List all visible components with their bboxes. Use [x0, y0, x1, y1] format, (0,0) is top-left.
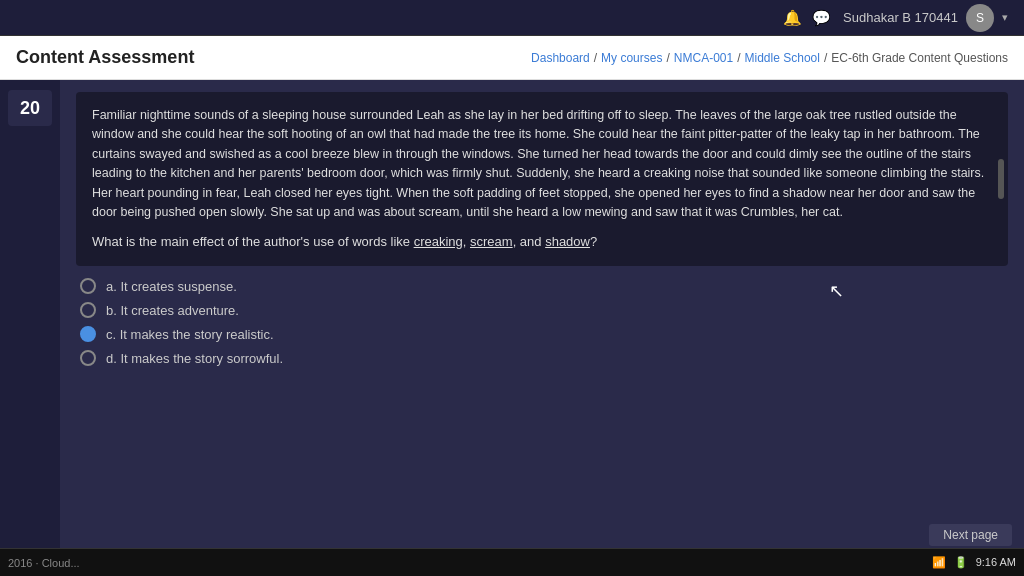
- breadcrumb-current: EC-6th Grade Content Questions: [831, 51, 1008, 65]
- passage-box: Familiar nighttime sounds of a sleeping …: [76, 92, 1008, 266]
- top-bar-icons: 🔔 💬: [783, 9, 831, 27]
- option-d[interactable]: d. It makes the story sorrowful.: [80, 350, 1004, 366]
- keyword-scream: scream: [470, 234, 513, 249]
- passage-content: Familiar nighttime sounds of a sleeping …: [92, 108, 984, 219]
- page-header: Content Assessment Dashboard / My course…: [0, 36, 1024, 80]
- option-a-label: a. It creates suspense.: [106, 279, 237, 294]
- option-d-label: d. It makes the story sorrowful.: [106, 351, 283, 366]
- taskbar-right: 📶 🔋 9:16 AM: [932, 556, 1016, 569]
- keyword-shadow: shadow: [545, 234, 590, 249]
- option-b-label: b. It creates adventure.: [106, 303, 239, 318]
- notification-icon[interactable]: 🔔: [783, 9, 802, 27]
- keyword-creaking: creaking: [414, 234, 463, 249]
- radio-d[interactable]: [80, 350, 96, 366]
- option-c-label: c. It makes the story realistic.: [106, 327, 274, 342]
- taskbar: 2016 · Cloud... 📶 🔋 9:16 AM: [0, 548, 1024, 576]
- breadcrumb: Dashboard / My courses / NMCA-001 / Midd…: [531, 51, 1008, 65]
- avatar-initials: S: [976, 11, 984, 25]
- next-page-button[interactable]: Next page: [929, 524, 1012, 546]
- option-c[interactable]: c. It makes the story realistic.: [80, 326, 1004, 342]
- battery-icon: 🔋: [954, 556, 968, 569]
- breadcrumb-middle-school[interactable]: Middle School: [745, 51, 820, 65]
- page-title: Content Assessment: [16, 47, 194, 68]
- breadcrumb-dashboard[interactable]: Dashboard: [531, 51, 590, 65]
- top-bar: 🔔 💬 Sudhakar B 170441 S ▾: [0, 0, 1024, 36]
- option-a[interactable]: a. It creates suspense.: [80, 278, 1004, 294]
- breadcrumb-nmca001[interactable]: NMCA-001: [674, 51, 733, 65]
- sidebar: 20: [0, 80, 60, 576]
- main-content: 20 Familiar nighttime sounds of a sleepi…: [0, 80, 1024, 576]
- user-menu-chevron[interactable]: ▾: [1002, 11, 1008, 24]
- signal-icon: 📶: [932, 556, 946, 569]
- question-number: 20: [8, 90, 52, 126]
- user-info: Sudhakar B 170441 S ▾: [843, 4, 1008, 32]
- breadcrumb-my-courses[interactable]: My courses: [601, 51, 662, 65]
- taskbar-app: 2016 · Cloud...: [8, 557, 80, 569]
- radio-b[interactable]: [80, 302, 96, 318]
- chat-icon[interactable]: 💬: [812, 9, 831, 27]
- taskbar-time: 9:16 AM: [976, 556, 1016, 569]
- content-panel: Familiar nighttime sounds of a sleeping …: [60, 80, 1024, 576]
- username-label: Sudhakar B 170441: [843, 10, 958, 25]
- taskbar-left: 2016 · Cloud...: [8, 557, 80, 569]
- radio-c[interactable]: [80, 326, 96, 342]
- passage-text: Familiar nighttime sounds of a sleeping …: [92, 106, 992, 222]
- time-display: 9:16 AM: [976, 556, 1016, 568]
- options-container: a. It creates suspense. b. It creates ad…: [76, 278, 1008, 366]
- avatar[interactable]: S: [966, 4, 994, 32]
- option-b[interactable]: b. It creates adventure.: [80, 302, 1004, 318]
- passage-question: What is the main effect of the author's …: [92, 232, 992, 252]
- scrollbar[interactable]: [998, 159, 1004, 199]
- radio-a[interactable]: [80, 278, 96, 294]
